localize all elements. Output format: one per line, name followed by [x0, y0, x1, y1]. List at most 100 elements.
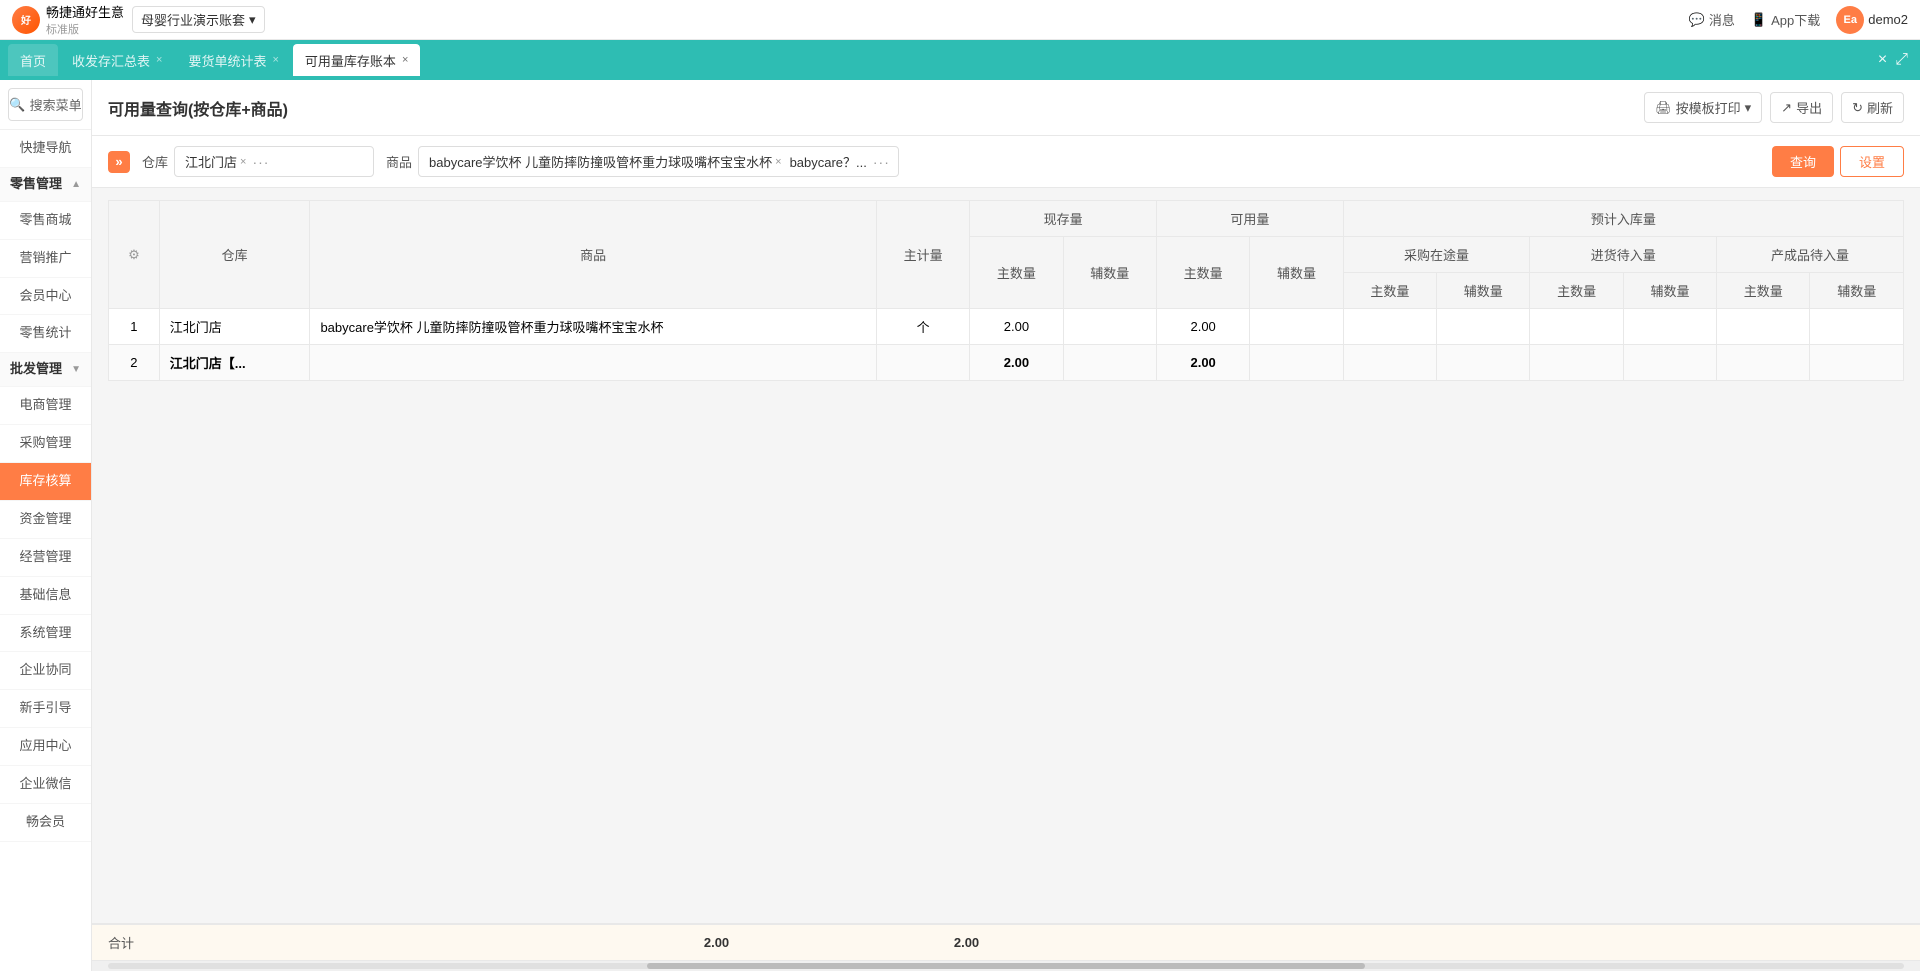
- td-curr-main-2: 2.00: [970, 345, 1063, 381]
- sidebar-item-member-center[interactable]: 会员中心: [0, 278, 91, 316]
- sidebar-item-wechat[interactable]: 企业微信: [0, 766, 91, 804]
- sidebar-item-new-guide[interactable]: 新手引导: [0, 690, 91, 728]
- query-button[interactable]: 查询: [1772, 146, 1834, 177]
- td-pur-main-2: [1343, 345, 1436, 381]
- main-layout: 🔍 搜索菜单 快捷导航 零售管理 ▲ 零售商城 营销推广 会员中心 零售统计 批…: [0, 80, 1920, 971]
- sidebar-item-app-center[interactable]: 应用中心: [0, 728, 91, 766]
- sidebar-item-finance[interactable]: 资金管理: [0, 501, 91, 539]
- td-no-2: 2: [109, 345, 160, 381]
- sidebar: 🔍 搜索菜单 快捷导航 零售管理 ▲ 零售商城 营销推广 会员中心 零售统计 批…: [0, 80, 92, 971]
- expand-button[interactable]: »: [108, 151, 130, 173]
- tab-home[interactable]: 首页: [8, 44, 58, 76]
- warehouse-filter-group: 仓库 江北门店 × ···: [142, 146, 374, 177]
- product-tag-1-remove[interactable]: ×: [775, 156, 781, 168]
- product-filter-more[interactable]: ···: [873, 154, 890, 170]
- sidebar-item-basic-info[interactable]: 基础信息: [0, 577, 91, 615]
- tab-order-stats-label: 要货单统计表: [188, 51, 266, 70]
- close-tab-icon[interactable]: ×: [1878, 51, 1887, 69]
- sidebar-retail-stats-label: 零售统计: [19, 325, 71, 342]
- td-inb-aux-1: [1623, 309, 1716, 345]
- td-curr-aux-2: [1063, 345, 1156, 381]
- td-avail-main-1: 2.00: [1156, 309, 1249, 345]
- warehouse-filter-tags[interactable]: 江北门店 × ···: [174, 146, 374, 177]
- sidebar-item-wholesale-mgmt[interactable]: 批发管理 ▼: [0, 353, 91, 387]
- th-product: 商品: [310, 201, 876, 309]
- th-current-aux: 辅数量: [1063, 237, 1156, 309]
- product-filter-tags[interactable]: babycare学饮杯 儿童防摔防撞吸管杯重力球吸嘴杯宝宝水杯 × babyca…: [418, 146, 899, 177]
- td-curr-main-1: 2.00: [970, 309, 1063, 345]
- sidebar-item-quicknav[interactable]: 快捷导航: [0, 130, 91, 168]
- sidebar-item-retail-mgmt[interactable]: 零售管理 ▲: [0, 168, 91, 202]
- sidebar-item-enterprise-collab[interactable]: 企业协同: [0, 652, 91, 690]
- refresh-button[interactable]: ↻ 刷新: [1841, 92, 1904, 123]
- settings-button[interactable]: 设置: [1840, 146, 1904, 177]
- sidebar-item-ecommerce[interactable]: 电商管理: [0, 387, 91, 425]
- td-avail-aux-2: [1250, 345, 1343, 381]
- footer-prod-aux: [1779, 935, 1904, 950]
- td-avail-aux-1: [1250, 309, 1343, 345]
- sidebar-vip-label: 畅会员: [26, 814, 65, 831]
- export-button[interactable]: ↗ 导出: [1770, 92, 1833, 123]
- td-curr-aux-1: [1063, 309, 1156, 345]
- sidebar-app-center-label: 应用中心: [19, 738, 71, 755]
- sidebar-item-marketing[interactable]: 营销推广: [0, 240, 91, 278]
- page-title: 可用量查询(按仓库+商品): [108, 96, 288, 132]
- sidebar-wechat-label: 企业微信: [19, 776, 71, 793]
- refresh-label: 刷新: [1867, 98, 1893, 117]
- app-download-button[interactable]: 📱 App下载: [1751, 10, 1820, 29]
- sidebar-item-retail-store[interactable]: 零售商城: [0, 202, 91, 240]
- sidebar-item-retail-stats[interactable]: 零售统计: [0, 315, 91, 353]
- page-header: 可用量查询(按仓库+商品) 🖨 按模板打印 ▾ ↗ 导出 ↻ 刷新: [92, 80, 1920, 136]
- footer-inb-main: [1404, 935, 1529, 950]
- th-planned-in: 预计入库量: [1343, 201, 1903, 237]
- warehouse-filter-more[interactable]: ···: [252, 154, 269, 170]
- sidebar-basic-info-label: 基础信息: [19, 587, 71, 604]
- td-product-2: [310, 345, 876, 381]
- td-inb-main-1: [1530, 309, 1623, 345]
- sidebar-inventory-label: 库存核算: [19, 473, 71, 490]
- scroll-thumb[interactable]: [647, 963, 1365, 969]
- top-bar-right: 💬 消息 📱 App下载 Ea demo2: [1689, 6, 1908, 34]
- product-tag-2: babycare？...: [788, 151, 869, 172]
- filter-bar: » 仓库 江北门店 × ··· 商品 babycare学饮杯 儿童防摔防撞吸管杯…: [92, 136, 1920, 188]
- tab-recv-summary[interactable]: 收发存汇总表 ×: [60, 44, 174, 76]
- footer-pur-aux: [1279, 935, 1404, 950]
- sidebar-retail-mgmt-label: 零售管理: [10, 176, 62, 193]
- tab-order-stats[interactable]: 要货单统计表 ×: [176, 44, 290, 76]
- tab-recv-summary-close[interactable]: ×: [156, 54, 162, 66]
- horizontal-scrollbar[interactable]: [92, 961, 1920, 971]
- sidebar-item-vip[interactable]: 畅会员: [0, 804, 91, 842]
- td-prod-aux-1: [1810, 309, 1904, 345]
- footer-curr-aux: [779, 935, 904, 950]
- sidebar-item-system[interactable]: 系统管理: [0, 615, 91, 653]
- tab-order-stats-close[interactable]: ×: [272, 54, 278, 66]
- industry-selector[interactable]: 母婴行业演示账套 ▾: [132, 6, 265, 33]
- user-avatar-button[interactable]: Ea demo2: [1836, 6, 1908, 34]
- gear-icon[interactable]: ⚙: [128, 247, 140, 262]
- export-icon: ↗: [1781, 100, 1792, 116]
- warehouse-tag-1-remove[interactable]: ×: [240, 156, 246, 168]
- sidebar-item-inventory[interactable]: 库存核算: [0, 463, 91, 501]
- sidebar-finance-label: 资金管理: [19, 511, 71, 528]
- footer-label: 合计: [108, 933, 134, 952]
- td-prod-main-1: [1717, 309, 1810, 345]
- expand-icon: »: [115, 154, 122, 169]
- print-label: 按模板打印: [1676, 98, 1741, 117]
- sidebar-item-purchase[interactable]: 采购管理: [0, 425, 91, 463]
- search-menu-button[interactable]: 🔍 搜索菜单: [8, 88, 83, 121]
- th-pur-aux: 辅数量: [1437, 273, 1530, 309]
- sidebar-item-operations[interactable]: 经营管理: [0, 539, 91, 577]
- tab-available-stock[interactable]: 可用量库存账本 ×: [293, 44, 420, 76]
- footer-avail-main: 2.00: [904, 935, 1029, 950]
- avatar: Ea: [1836, 6, 1864, 34]
- table-area: ⚙ 仓库 商品 主计量 现存量 可用量 预计入库量 主数量 辅数量 主数量 辅数…: [92, 188, 1920, 923]
- print-icon: 🖨: [1655, 100, 1672, 116]
- top-bar-left: 好 畅捷通好生意 标准版 母婴行业演示账套 ▾: [12, 2, 265, 37]
- tab-available-stock-close[interactable]: ×: [402, 54, 408, 66]
- print-chevron-icon: ▾: [1745, 100, 1752, 116]
- scroll-track: [108, 963, 1904, 969]
- print-button[interactable]: 🖨 按模板打印 ▾: [1644, 92, 1762, 123]
- footer-empty-3: [404, 935, 529, 950]
- message-button[interactable]: 💬 消息: [1689, 10, 1735, 29]
- maximize-icon[interactable]: ⤢: [1895, 51, 1908, 69]
